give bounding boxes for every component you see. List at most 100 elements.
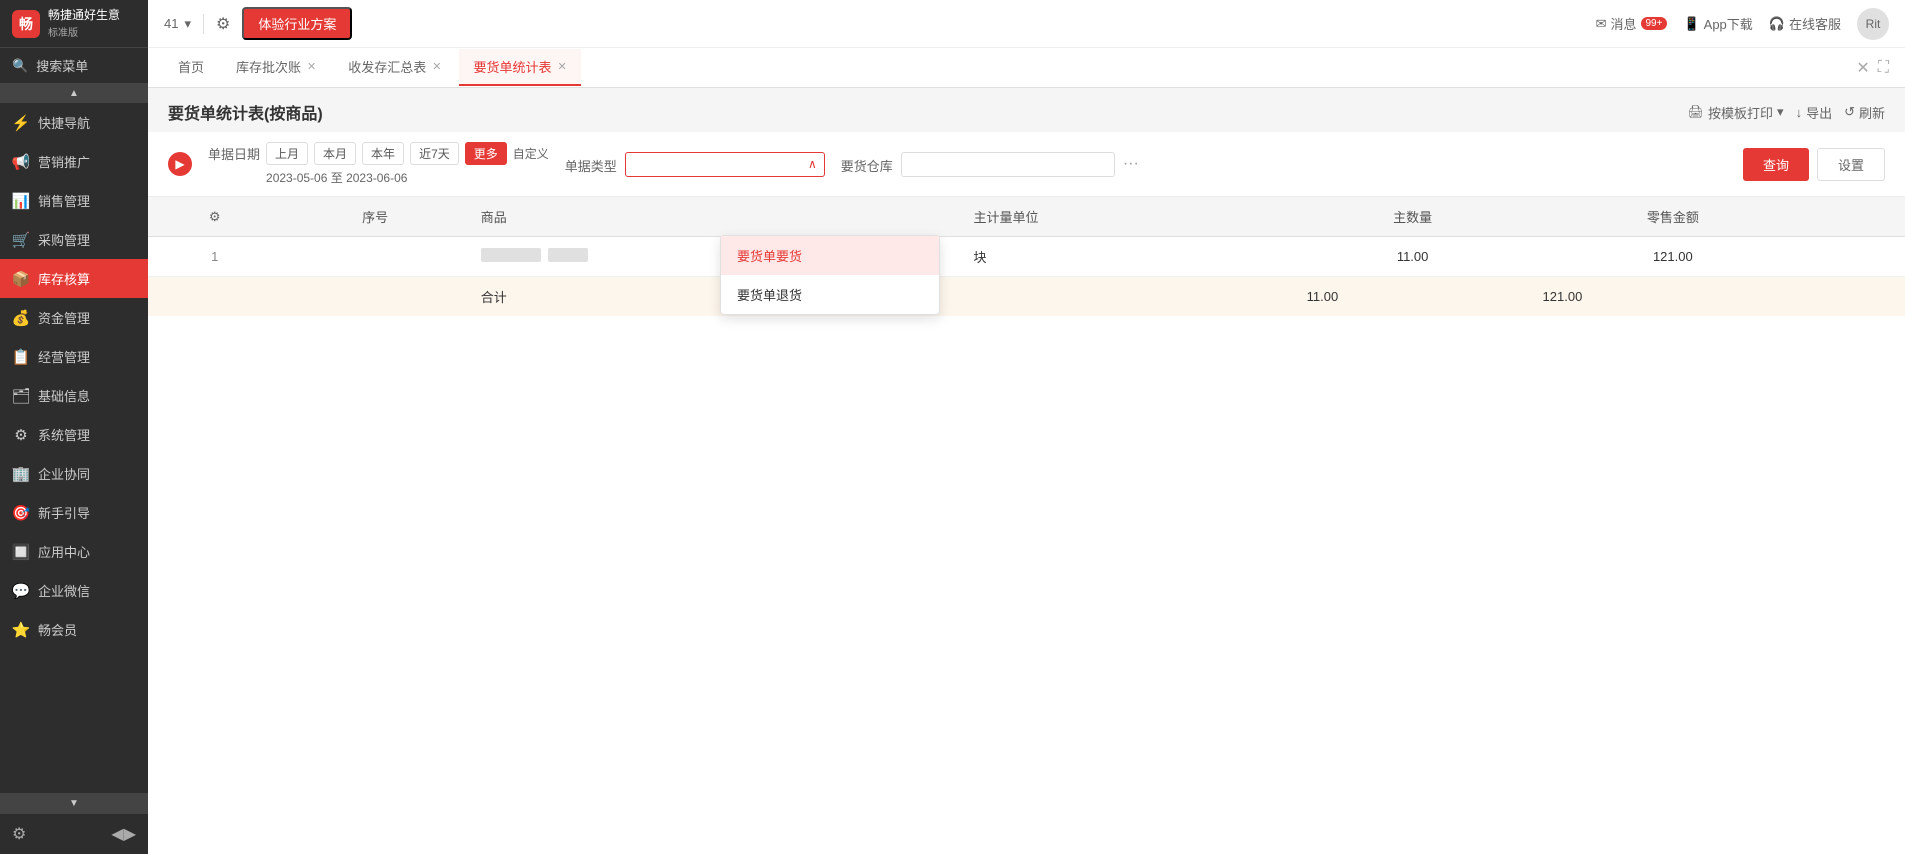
type-dropdown-toggle[interactable]: ∧ <box>808 157 817 171</box>
type-filter-input[interactable] <box>625 152 825 177</box>
user-avatar[interactable]: Rit <box>1857 8 1889 40</box>
main-content: 41 ▾ ⚙ 体验行业方案 ✉ 消息 99+ 📱 App下载 🎧 在线客服 Ri… <box>148 0 1905 854</box>
date-custom-label: 自定义 <box>513 145 549 162</box>
print-dropdown-icon: ▾ <box>1777 104 1784 120</box>
btn-last-7days[interactable]: 近7天 <box>410 142 459 165</box>
topbar-settings-icon[interactable]: ⚙ <box>216 14 230 34</box>
query-button[interactable]: 查询 <box>1743 148 1809 181</box>
sidebar-item-enterprise[interactable]: 🏢 企业协同 <box>0 454 148 493</box>
sidebar-item-inventory[interactable]: 📦 库存核算 <box>0 259 148 298</box>
topbar: 41 ▾ ⚙ 体验行业方案 ✉ 消息 99+ 📱 App下载 🎧 在线客服 Ri… <box>148 0 1905 48</box>
tab-receivable-close[interactable]: ✕ <box>432 60 441 73</box>
enterprise-icon: 🏢 <box>12 465 30 483</box>
app-download-label: App下载 <box>1704 14 1753 33</box>
sidebar-item-wechat[interactable]: 💬 企业微信 <box>0 571 148 610</box>
export-label: 导出 <box>1806 103 1832 122</box>
footer-amount: 121.00 <box>1531 277 1816 317</box>
refresh-label: 刷新 <box>1859 103 1885 122</box>
tab-home[interactable]: 首页 <box>164 49 218 86</box>
online-service-btn[interactable]: 🎧 在线客服 <box>1769 14 1841 33</box>
settings-button[interactable]: 设置 <box>1817 148 1885 181</box>
app-download-btn[interactable]: 📱 App下载 <box>1683 14 1752 33</box>
tab-inventory-batch[interactable]: 库存批次账 ✕ <box>222 49 330 86</box>
col-product: 商品 <box>469 197 962 237</box>
store-selector[interactable]: 41 ▾ <box>164 16 191 32</box>
sidebar-item-label: 快捷导航 <box>38 113 90 132</box>
btn-more-dates[interactable]: 更多 <box>465 142 507 165</box>
sidebar-logo: 畅 畅捷通好生意 标准版 <box>0 0 148 48</box>
message-btn[interactable]: ✉ 消息 99+ <box>1596 14 1668 33</box>
btn-this-year[interactable]: 本年 <box>362 142 404 165</box>
filter-more-icon[interactable]: ··· <box>1123 155 1139 173</box>
sidebar-scroll-down[interactable]: ▼ <box>0 793 148 813</box>
sidebar-item-label: 销售管理 <box>38 191 90 210</box>
operation-icon: 📋 <box>12 348 30 366</box>
promo-button[interactable]: 体验行业方案 <box>242 7 352 40</box>
sidebar-item-member[interactable]: ⭐ 畅会员 <box>0 610 148 649</box>
product-placeholder <box>481 248 541 262</box>
col-amount: 零售金额 <box>1531 197 1816 237</box>
sidebar-item-sales[interactable]: 📊 销售管理 <box>0 181 148 220</box>
sidebar-item-system[interactable]: ⚙ 系统管理 <box>0 415 148 454</box>
product-placeholder2 <box>548 248 588 262</box>
sidebar-item-marketing[interactable]: 📢 营销推广 <box>0 142 148 181</box>
service-label: 在线客服 <box>1789 14 1841 33</box>
marketing-icon: 📢 <box>12 153 30 171</box>
tab-requisition-close[interactable]: ✕ <box>558 60 567 73</box>
close-all-icon[interactable]: ✕ <box>1856 58 1869 78</box>
sidebar-item-operation[interactable]: 📋 经营管理 <box>0 337 148 376</box>
system-icon: ⚙ <box>12 426 30 444</box>
footer-quantity: 11.00 <box>1295 277 1531 317</box>
sidebar-item-label: 资金管理 <box>38 308 90 327</box>
print-btn[interactable]: 🖨 按模板打印 ▾ <box>1688 103 1784 122</box>
sidebar-item-quick-nav[interactable]: ⚡ 快捷导航 <box>0 103 148 142</box>
export-btn[interactable]: ↓ 导出 <box>1796 103 1833 122</box>
table-wrap: ⚙ 序号 商品 主计量单位 主数量 零售金额 1 <box>148 197 1905 316</box>
message-icon: ✉ <box>1596 16 1607 32</box>
dropdown-item-requisition-return[interactable]: 要货单退货 <box>721 275 939 314</box>
sidebar-item-label: 系统管理 <box>38 425 90 444</box>
filter-actions: 查询 设置 <box>1743 148 1885 181</box>
sidebar-item-basic[interactable]: 🗂 基础信息 <box>0 376 148 415</box>
footer-collapse-icon[interactable]: ◀▶ <box>111 824 136 844</box>
col-unit: 主计量单位 <box>961 197 1294 237</box>
type-filter-label: 单据类型 <box>565 154 617 175</box>
sidebar-item-label: 库存核算 <box>38 269 90 288</box>
tab-receivable-label: 收发存汇总表 <box>348 57 426 76</box>
sidebar-item-purchase[interactable]: 🛒 采购管理 <box>0 220 148 259</box>
wechat-icon: 💬 <box>12 582 30 600</box>
refresh-icon: ↺ <box>1844 104 1855 120</box>
refresh-btn[interactable]: ↺ 刷新 <box>1844 103 1885 122</box>
filter-expand-btn[interactable]: ▶ <box>168 152 192 176</box>
type-dropdown: 要货单要货 要货单退货 <box>720 235 940 315</box>
dropdown-item-requisition-order[interactable]: 要货单要货 <box>721 236 939 275</box>
data-table: ⚙ 序号 商品 主计量单位 主数量 零售金额 1 <box>148 197 1905 316</box>
footer-settings-icon[interactable]: ⚙ <box>12 824 26 844</box>
sidebar-item-apps[interactable]: 🔲 应用中心 <box>0 532 148 571</box>
expand-icon[interactable]: ⛶ <box>1878 59 1889 77</box>
warehouse-filter-input[interactable] <box>901 152 1115 177</box>
btn-this-month[interactable]: 本月 <box>314 142 356 165</box>
col-settings[interactable]: ⚙ <box>148 197 281 237</box>
logo-icon: 畅 <box>12 10 40 38</box>
sidebar-item-guide[interactable]: 🎯 新手引导 <box>0 493 148 532</box>
warehouse-filter-label: 要货仓库 <box>841 154 893 175</box>
footer-unit-empty <box>961 277 1294 317</box>
sidebar-nav: ⚡ 快捷导航 📢 营销推广 📊 销售管理 🛒 采购管理 📦 库存核算 💰 资金管… <box>0 103 148 793</box>
sidebar-item-label: 企业协同 <box>38 464 90 483</box>
filter-bar: ▶ 单据日期 上月 本月 本年 近7天 更多 自定义 2023-05-06 至 … <box>148 132 1905 197</box>
sidebar-item-finance[interactable]: 💰 资金管理 <box>0 298 148 337</box>
table-footer-row: 合计 11.00 121.00 <box>148 277 1905 317</box>
btn-last-month[interactable]: 上月 <box>266 142 308 165</box>
tab-receivable[interactable]: 收发存汇总表 ✕ <box>334 49 455 86</box>
cell-no: 1 <box>148 237 281 277</box>
member-icon: ⭐ <box>12 621 30 639</box>
tab-inventory-batch-close[interactable]: ✕ <box>307 60 316 73</box>
cell-no-extra <box>281 237 468 277</box>
tab-requisition[interactable]: 要货单统计表 ✕ <box>459 49 580 86</box>
footer-extra <box>1815 277 1905 317</box>
sidebar-search[interactable]: 🔍 搜索菜单 <box>0 48 148 83</box>
sidebar-scroll-up[interactable]: ▲ <box>0 83 148 103</box>
col-no: 序号 <box>281 197 468 237</box>
date-quick-btns: 上月 本月 本年 近7天 更多 自定义 <box>266 142 549 165</box>
